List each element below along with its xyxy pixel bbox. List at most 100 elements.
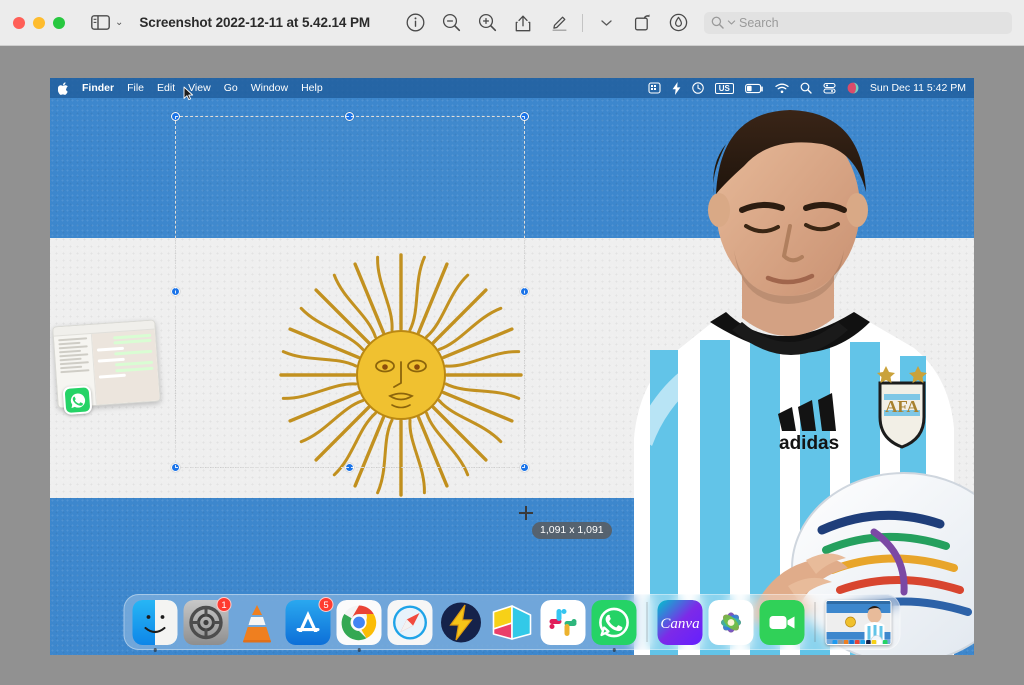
menu-item-help[interactable]: Help [301,82,323,94]
minimize-button[interactable] [33,16,45,29]
selection-handle-bottom-right[interactable] [520,463,529,472]
facetime-icon [759,599,805,645]
svg-text:AFA: AFA [885,397,919,416]
info-icon [406,13,424,32]
canva-icon: Canva [657,599,703,645]
input-source-indicator[interactable]: US [714,82,734,94]
selection-dimensions-label: 1,091 x 1,091 [532,522,612,539]
toolbar-actions: Search [397,0,1024,45]
zoom-in-button[interactable] [469,5,505,41]
thunder-icon [441,602,481,642]
dock-item-safari[interactable] [387,599,433,645]
dock-divider [814,602,816,642]
safari-icon [387,599,433,645]
battery-icon[interactable] [744,83,764,94]
search-chevron-down-icon [727,20,736,25]
running-indicator [357,648,361,652]
screen-mirroring-icon[interactable] [648,82,661,94]
dock-item-slack[interactable] [540,599,586,645]
chevron-down-icon [600,20,612,26]
markup-options-button[interactable] [588,5,624,41]
rotate-icon [634,14,650,31]
menu-item-edit[interactable]: Edit [157,82,175,94]
running-indicator [612,648,616,652]
selection-handle-top-left[interactable] [171,112,180,121]
photos-icon [708,599,754,645]
menu-item-window[interactable]: Window [251,82,288,94]
selection-handle-top-right[interactable] [520,112,529,121]
crosshair-cursor [519,506,533,520]
dock-item-app-store[interactable]: 5 [285,596,334,645]
selection-handle-middle-left[interactable] [171,287,180,296]
macos-dock: 1 5 Canva [123,594,901,652]
apple-icon[interactable] [58,81,69,95]
vlc-icon [243,604,271,642]
chrome-icon [336,599,382,645]
finder-icon [132,599,178,645]
bolt-icon[interactable] [672,81,681,95]
dock-item-photos[interactable] [708,599,754,645]
close-button[interactable] [13,16,25,29]
window-toolbar: ⌄ Screenshot 2022-12-11 at 5.42.14 PM Se… [0,0,1024,46]
prism-box-icon [492,604,532,640]
running-indicator [153,648,157,652]
toolbar-divider [582,13,583,32]
sidebar-chevron-icon: ⌄ [115,16,124,28]
screenshot-image[interactable]: adidas AFA Finder File Edit View Go Wind… [50,78,974,655]
dock-item-vlc[interactable] [235,600,280,645]
selection-marquee[interactable] [171,112,529,472]
zoom-out-icon [442,13,460,32]
arrow-cursor-icon [183,86,194,101]
dock-item-minimized-screenshot[interactable] [825,599,892,645]
svg-text:Canva: Canva [660,616,699,632]
dock-divider [646,602,648,642]
menu-bar-clock[interactable]: Sun Dec 11 5:42 PM [870,82,966,94]
preview-canvas: adidas AFA Finder File Edit View Go Wind… [0,46,1024,685]
menu-item-file[interactable]: File [127,82,144,94]
zoom-out-button[interactable] [433,5,469,41]
rotate-button[interactable] [624,5,660,41]
menu-item-go[interactable]: Go [224,82,238,94]
search-input[interactable]: Search [704,11,1012,34]
dock-item-whatsapp[interactable] [591,599,637,652]
minimized-window-preview [826,600,891,644]
window-title: Screenshot 2022-12-11 at 5.42.14 PM [139,15,371,30]
dock-item-google-chrome[interactable] [336,599,382,652]
svg-text:adidas: adidas [779,433,839,454]
time-machine-icon[interactable] [692,82,704,94]
preview-app-window: ⌄ Screenshot 2022-12-11 at 5.42.14 PM Se… [0,0,1024,685]
slack-icon [540,599,586,645]
sidebar-icon [91,15,110,30]
search-placeholder: Search [739,15,779,30]
siri-icon[interactable] [847,82,859,94]
dock-item-facetime[interactable] [759,599,805,645]
whatsapp-icon [62,385,93,416]
menu-bar-status-items: US Sun Dec 11 5:42 PM [648,81,966,95]
markup-button[interactable] [541,5,577,41]
maximize-button[interactable] [53,16,65,29]
selection-handle-bottom-center[interactable] [345,463,354,472]
info-button[interactable] [397,5,433,41]
dock-item-system-preferences[interactable]: 1 [183,596,232,645]
whatsapp-glyph-icon [70,393,85,408]
dock-item-canva[interactable]: Canva [657,599,703,645]
dock-item-prism-box[interactable] [490,600,535,645]
annotate-button[interactable] [660,5,696,41]
spotlight-icon[interactable] [800,82,812,94]
badge-count: 5 [318,596,334,612]
wifi-icon[interactable] [775,83,789,94]
dock-item-finder[interactable] [132,599,178,652]
sidebar-toggle-button[interactable]: ⌄ [91,15,123,30]
whatsapp-icon [591,599,637,645]
share-icon [515,15,531,31]
dock-item-thunder[interactable] [439,600,484,645]
zoom-in-icon [478,13,496,32]
whatsapp-desktop-promo [52,319,161,416]
selection-handle-middle-right[interactable] [520,287,529,296]
selection-handle-top-center[interactable] [345,112,354,121]
share-button[interactable] [505,5,541,41]
pen-icon [552,16,566,31]
selection-handle-bottom-left[interactable] [171,463,180,472]
menu-item-finder[interactable]: Finder [82,82,114,94]
control-center-icon[interactable] [823,82,836,94]
